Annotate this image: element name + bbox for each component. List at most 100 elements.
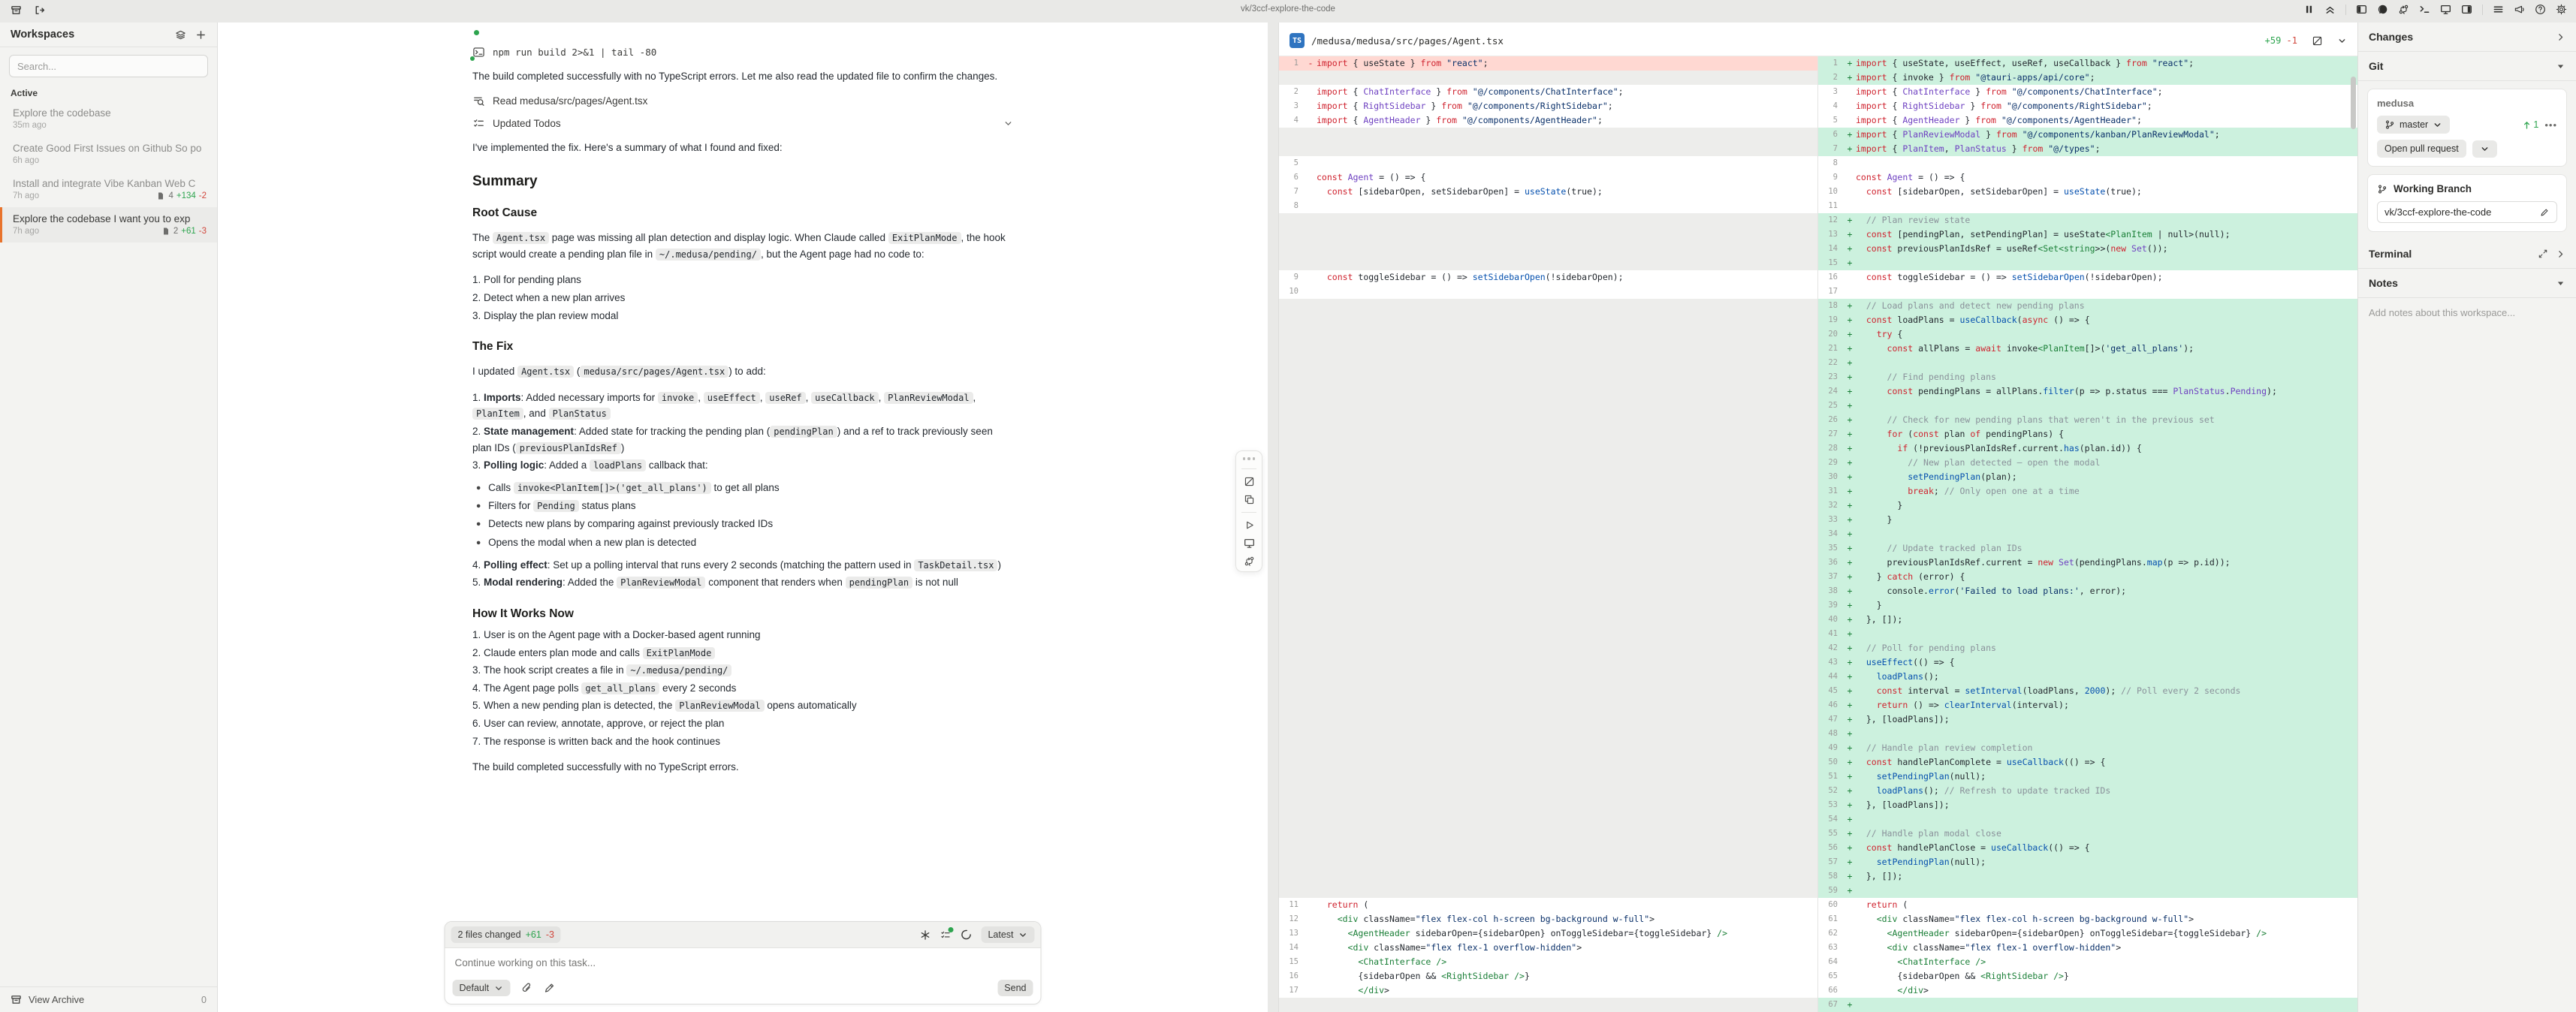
diff-sign [1844, 113, 1856, 128]
copy-icon[interactable] [1244, 494, 1255, 505]
spark-icon[interactable] [919, 929, 931, 941]
pen-icon[interactable] [543, 982, 555, 994]
line-number: 57 [1818, 855, 1844, 869]
read-icon [472, 95, 485, 107]
code-text: import { ChatInterface } from "@/compone… [1317, 85, 1817, 99]
line-number: 59 [1818, 884, 1844, 898]
inline-code: ExitPlanMode [888, 232, 961, 244]
right-panel-icon[interactable] [2461, 4, 2472, 15]
view-archive-button[interactable]: View Archive 0 [0, 986, 217, 1012]
diff-added-line: 1+import { useState, useEffect, useRef, … [1818, 56, 2357, 71]
chat-scroll-area[interactable]: npm run build 2>&1 | tail -80The build c… [218, 23, 1268, 923]
code-text: const loadPlans = useCallback(async () =… [1856, 313, 2357, 327]
notes-section-header[interactable]: Notes [2358, 269, 2576, 298]
inline-code: Pending [533, 500, 579, 512]
monitor-icon[interactable] [1244, 538, 1255, 549]
notes-input[interactable]: Add notes about this workspace... [2358, 298, 2576, 327]
commits-ahead[interactable]: 1 [2522, 119, 2538, 130]
play-icon[interactable] [1244, 520, 1255, 531]
diff-file-header[interactable]: TS /medusa/medusa/src/pages/Agent.tsx +5… [1279, 23, 2357, 56]
line-number: 53 [1818, 798, 1844, 812]
changes-label: Changes [2369, 31, 2556, 43]
diff-deletions: -1 [2287, 35, 2297, 46]
terminal-icon[interactable] [2419, 4, 2430, 15]
additions-count: +134 [176, 191, 196, 200]
workspace-item[interactable]: Create Good First Issues on Github So po… [0, 137, 217, 172]
more-options-icon[interactable]: ••• [2544, 119, 2557, 131]
edit-pencil-icon[interactable] [2539, 207, 2550, 218]
tool-call-row[interactable]: Updated Todos [472, 117, 1013, 130]
expand-icon[interactable] [2538, 248, 2548, 259]
workspace-item[interactable]: Install and integrate Vibe Kanban Web C7… [0, 172, 217, 207]
code-text: <div className="flex flex-col h-screen b… [1317, 912, 1817, 926]
diff-sign [1844, 199, 1856, 213]
code-text: } catch (error) { [1856, 570, 2357, 584]
diff-scrollbar[interactable] [2351, 66, 2356, 1012]
line-number: 7 [1818, 142, 1844, 156]
search-input[interactable] [9, 55, 208, 77]
message-placeholder: Continue working on this task... [455, 957, 596, 968]
working-branch-field[interactable]: vk/3ccf-explore-the-code [2377, 201, 2557, 223]
tool-call-row[interactable]: Read medusa/src/pages/Agent.tsx [472, 95, 1013, 107]
branch-name: master [2400, 119, 2428, 130]
code-text [1856, 727, 2357, 741]
git-section-header[interactable]: Git [2358, 52, 2576, 81]
collapse-all-icon[interactable] [2324, 4, 2336, 15]
terminal-tool-icon [472, 46, 485, 59]
workspace-item[interactable]: Explore the codebase I want you to exp7h… [0, 207, 217, 242]
monitor-icon[interactable] [2440, 4, 2451, 15]
split-view-off-icon[interactable] [1244, 476, 1255, 487]
mode-dropdown[interactable]: Default [453, 980, 511, 996]
send-button[interactable]: Send [997, 980, 1033, 996]
todo-list-icon[interactable] [940, 929, 951, 941]
message-input[interactable]: Continue working on this task... [445, 948, 1041, 974]
diff-sign [1844, 170, 1856, 185]
branch-dropdown[interactable]: master [2377, 116, 2450, 134]
tool-call-row[interactable]: npm run build 2>&1 | tail -80 [472, 46, 1013, 59]
pause-icon[interactable] [2303, 4, 2315, 15]
pr-options-dropdown[interactable] [2472, 140, 2497, 158]
line-number: 13 [1818, 227, 1844, 242]
terminal-section-header[interactable]: Terminal [2358, 239, 2576, 269]
diff-sign [1305, 113, 1317, 128]
git-compare-icon[interactable] [2398, 4, 2409, 15]
diff-sign: + [1844, 884, 1856, 898]
code-text: setPendingPlan(null); [1856, 770, 2357, 784]
diff-body[interactable]: 1-import { useState } from "react";2impo… [1279, 56, 2357, 1012]
left-panel-icon[interactable] [2356, 4, 2367, 15]
menu-icon[interactable] [2493, 4, 2504, 15]
line-number: 21 [1818, 342, 1844, 356]
workspace-item[interactable]: Explore the codebase35m ago [0, 101, 217, 137]
line-number: 11 [1818, 199, 1844, 213]
split-view-icon[interactable] [2312, 35, 2323, 47]
diff-added-line: 30+ setPendingPlan(plan); [1818, 470, 2357, 484]
drag-handle-icon[interactable] [1243, 456, 1256, 462]
chevron-down-icon[interactable] [1003, 119, 1013, 128]
attach-icon[interactable] [520, 982, 532, 994]
diff-sign: + [1844, 327, 1856, 342]
code-text [1317, 199, 1817, 213]
line-number: 13 [1279, 926, 1305, 941]
help-icon[interactable] [2535, 4, 2546, 15]
code-text: <div className="flex flex-1 overflow-hid… [1856, 941, 2357, 955]
line-number: 26 [1818, 413, 1844, 427]
diff-context-line: 17 </div> [1279, 983, 1817, 998]
add-workspace-icon[interactable] [195, 29, 207, 41]
code-text [1317, 285, 1817, 299]
layers-icon[interactable] [175, 29, 186, 41]
diff-sign: + [1844, 484, 1856, 498]
git-compare-icon[interactable] [1244, 556, 1255, 567]
diff-panel: TS /medusa/medusa/src/pages/Agent.tsx +5… [1278, 23, 2358, 1012]
list-item-text: Calls invoke<PlanItem[]>('get_all_plans'… [488, 480, 779, 496]
line-number: 14 [1818, 242, 1844, 256]
gear-icon[interactable] [2556, 4, 2567, 15]
open-pull-request-button[interactable]: Open pull request [2377, 140, 2466, 158]
changes-section-header[interactable]: Changes [2358, 23, 2576, 52]
chat-bubble-icon[interactable] [2377, 4, 2388, 15]
latest-dropdown[interactable]: Latest [981, 926, 1034, 943]
chevron-down-icon[interactable] [2337, 36, 2347, 46]
files-changed-badge[interactable]: 2 files changed +61 -3 [451, 926, 561, 943]
diff-context-line: 13 <AgentHeader sidebarOpen={sidebarOpen… [1279, 926, 1817, 941]
sidebar-title: Workspaces [11, 29, 175, 41]
megaphone-icon[interactable] [2514, 4, 2525, 15]
